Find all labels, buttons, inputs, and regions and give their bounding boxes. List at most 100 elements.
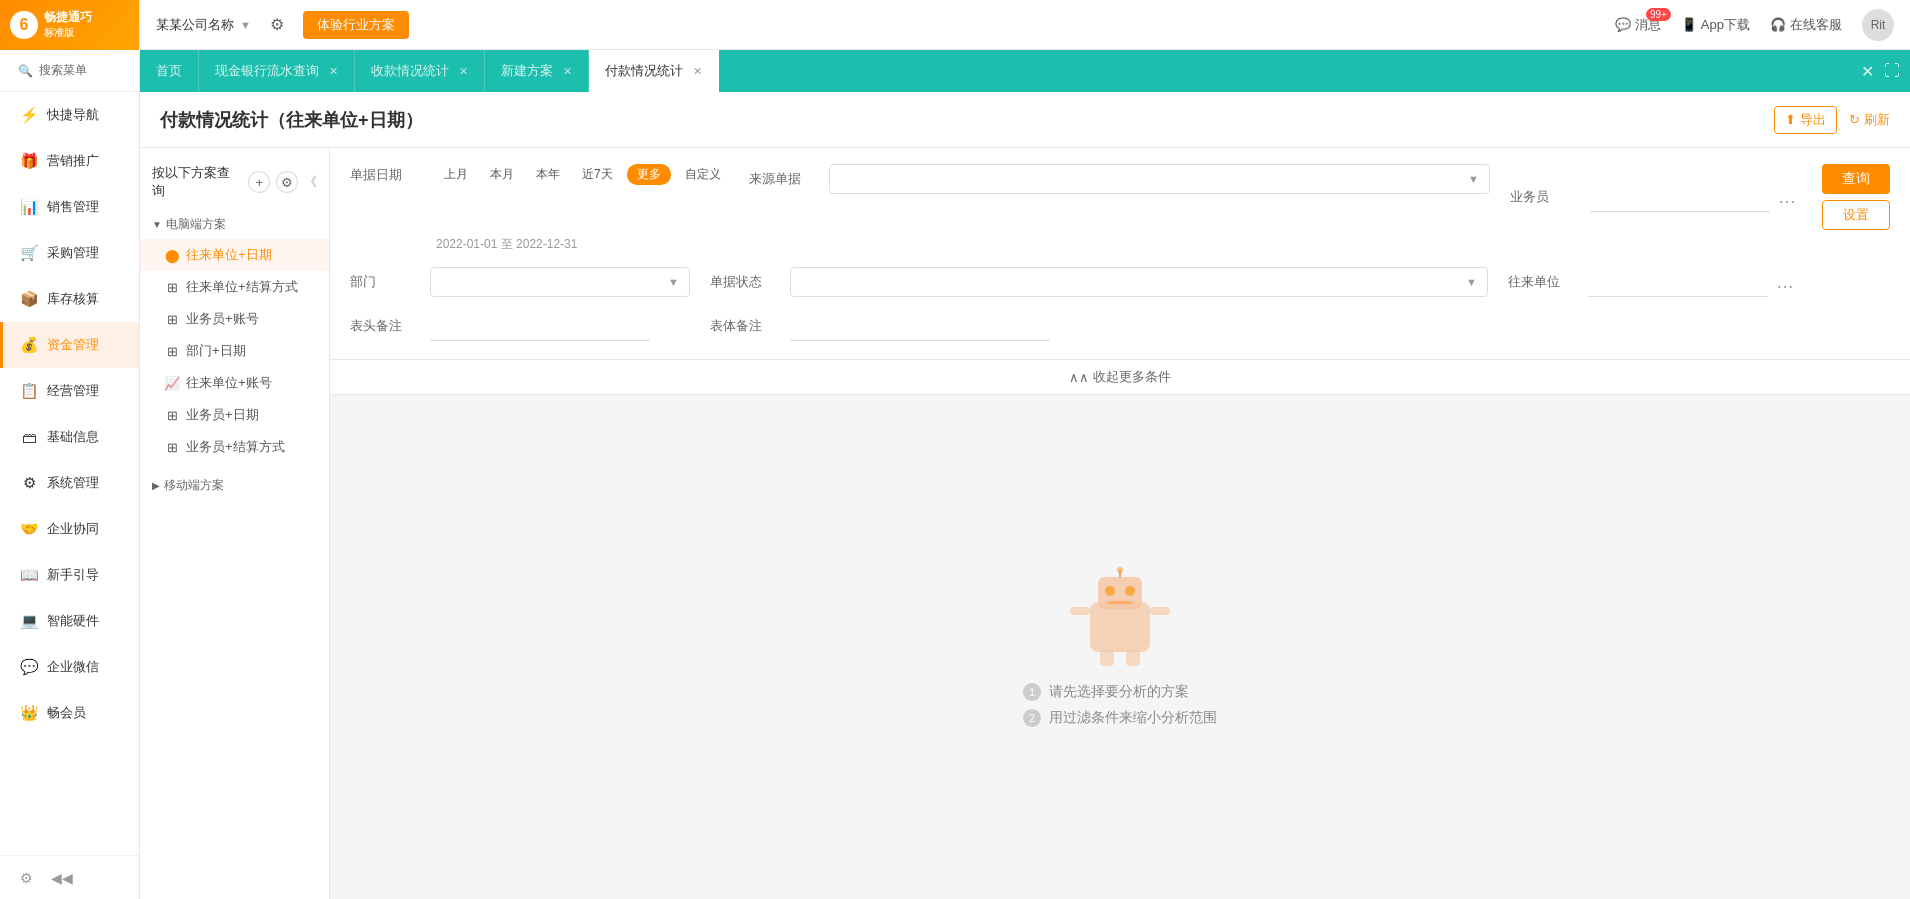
nav-icon-wechat: 💬 <box>19 657 39 677</box>
partner-input[interactable] <box>1588 267 1768 297</box>
collapse-conditions-button[interactable]: ∧∧ 收起更多条件 <box>1069 368 1171 386</box>
sidebar-item-marketing[interactable]: 🎁营销推广 <box>0 138 139 184</box>
topbar: 某某公司名称 ▼ ⚙ 体验行业方案 💬 消息 99+ 📱 App下载 🎧 在线客… <box>140 0 1910 50</box>
scheme-settings-button[interactable]: ⚙ <box>276 171 298 193</box>
date-btn-this-month[interactable]: 本月 <box>482 164 522 185</box>
date-btn-custom[interactable]: 自定义 <box>677 164 729 185</box>
svg-point-2 <box>1105 586 1115 596</box>
hint-num-2: 2 <box>1023 709 1041 727</box>
tab-close-receipts[interactable]: ✕ <box>459 65 468 78</box>
dept-select[interactable]: ▼ <box>430 267 690 297</box>
nav-label-inventory: 库存核算 <box>47 290 99 308</box>
partner-ellipsis[interactable]: … <box>1776 272 1794 293</box>
scheme-group-title-desktop[interactable]: ▼电脑端方案 <box>140 210 329 239</box>
tab-label-payments: 付款情况统计 <box>605 62 683 80</box>
sidebar-item-system[interactable]: ⚙系统管理 <box>0 460 139 506</box>
trial-button[interactable]: 体验行业方案 <box>303 11 409 39</box>
tab-close-new-scheme[interactable]: ✕ <box>563 65 572 78</box>
nav-icon-marketing: 🎁 <box>19 151 39 171</box>
nav-label-purchase: 采购管理 <box>47 244 99 262</box>
refresh-icon: ↻ <box>1849 112 1860 127</box>
group-arrow-desktop: ▼ <box>152 219 162 230</box>
company-name: 某某公司名称 <box>156 16 234 34</box>
tab-payments[interactable]: 付款情况统计 ✕ <box>589 50 719 92</box>
group-arrow-mobile: ▶ <box>152 480 160 491</box>
date-btn-this-year[interactable]: 本年 <box>528 164 568 185</box>
scheme-item-label-staff-settle: 业务员+结算方式 <box>186 438 285 456</box>
staff-ellipsis[interactable]: … <box>1778 187 1796 208</box>
sidebar-item-operation[interactable]: 📋经营管理 <box>0 368 139 414</box>
tab-close-payments[interactable]: ✕ <box>693 65 702 78</box>
set-button[interactable]: 设置 <box>1822 200 1890 230</box>
online-service-link[interactable]: 🎧 在线客服 <box>1770 16 1842 34</box>
body-note-input[interactable] <box>790 311 1050 341</box>
nav-icon-quick-nav: ⚡ <box>19 105 39 125</box>
empty-state: 1 请先选择要分析的方案 2 用过滤条件来缩小分析范围 <box>330 395 1910 899</box>
date-btn-more[interactable]: 更多 <box>627 164 671 185</box>
staff-input[interactable] <box>1590 182 1770 212</box>
messages-link[interactable]: 💬 消息 99+ <box>1615 16 1661 34</box>
scheme-item-partner-date[interactable]: ⬤往来单位+日期 <box>140 239 329 271</box>
tab-label-new-scheme: 新建方案 <box>501 62 553 80</box>
scheme-item-icon-partner-account: 📈 <box>164 375 180 391</box>
refresh-button[interactable]: ↻ 刷新 <box>1849 111 1890 129</box>
scheme-groups: ▼电脑端方案⬤往来单位+日期⊞往来单位+结算方式⊞业务员+账号⊞部门+日期📈往来… <box>140 206 329 504</box>
sidebar-item-wechat[interactable]: 💬企业微信 <box>0 644 139 690</box>
header-note-input[interactable] <box>430 311 650 341</box>
empty-hint-1: 1 请先选择要分析的方案 <box>1023 683 1217 701</box>
sidebar-item-member[interactable]: 👑畅会员 <box>0 690 139 736</box>
company-selector[interactable]: 某某公司名称 ▼ <box>156 16 251 34</box>
topbar-settings-icon[interactable]: ⚙ <box>263 11 291 39</box>
filter-panel: 单据日期 上月本月本年近7天更多自定义 来源单据 ▼ <box>330 148 1910 360</box>
sidebar-settings-icon[interactable]: ⚙ <box>12 864 40 892</box>
page-title: 付款情况统计（往来单位+日期） <box>160 108 1774 132</box>
scheme-item-staff-account[interactable]: ⊞业务员+账号 <box>140 303 329 335</box>
nav-icon-basic: 🗃 <box>19 427 39 447</box>
sidebar-item-quick-nav[interactable]: ⚡ 快捷导航 <box>0 92 139 138</box>
tab-expand-icon[interactable]: ⛶ <box>1884 62 1900 80</box>
sidebar-item-basic[interactable]: 🗃基础信息 <box>0 414 139 460</box>
nav-icon-smart-hw: 💻 <box>19 611 39 631</box>
sidebar-search[interactable]: 🔍 搜索菜单 <box>0 50 139 92</box>
query-button[interactable]: 查询 <box>1822 164 1890 194</box>
tab-label-cash-bank: 现金银行流水查询 <box>215 62 319 80</box>
sidebar-item-finance[interactable]: 💰资金管理 <box>0 322 139 368</box>
nav-label-quick-nav: 快捷导航 <box>47 106 99 124</box>
svg-rect-5 <box>1070 607 1090 615</box>
tab-cash-bank[interactable]: 现金银行流水查询 ✕ <box>199 50 355 92</box>
main-area: 某某公司名称 ▼ ⚙ 体验行业方案 💬 消息 99+ 📱 App下载 🎧 在线客… <box>140 0 1910 899</box>
sidebar-collapse-icon[interactable]: ◀◀ <box>48 864 76 892</box>
tab-receipts[interactable]: 收款情况统计✕ <box>355 50 485 92</box>
svg-point-10 <box>1117 567 1123 573</box>
app-download-link[interactable]: 📱 App下载 <box>1681 16 1750 34</box>
sidebar-item-enterprise[interactable]: 🤝企业协同 <box>0 506 139 552</box>
logo-name: 畅捷通巧 <box>44 10 92 26</box>
tab-new-scheme[interactable]: 新建方案 ✕ <box>485 50 589 92</box>
scheme-item-partner-account[interactable]: 📈往来单位+账号 <box>140 367 329 399</box>
scheme-item-dept-date[interactable]: ⊞部门+日期 <box>140 335 329 367</box>
tab-home[interactable]: 首页 <box>140 50 199 92</box>
scheme-item-staff-date[interactable]: ⊞业务员+日期 <box>140 399 329 431</box>
nav-label-newbie: 新手引导 <box>47 566 99 584</box>
scheme-panel-collapse-button[interactable]: 《 <box>304 173 317 191</box>
tab-close-cash-bank[interactable]: ✕ <box>329 65 338 78</box>
user-avatar[interactable]: Rit <box>1862 9 1894 41</box>
scheme-item-staff-settle[interactable]: ⊞业务员+结算方式 <box>140 431 329 463</box>
scheme-add-button[interactable]: + <box>248 171 270 193</box>
scheme-panel-header: 按以下方案查询 + ⚙ 《 <box>140 158 329 206</box>
sidebar-item-inventory[interactable]: 📦库存核算 <box>0 276 139 322</box>
scheme-item-partner-settle[interactable]: ⊞往来单位+结算方式 <box>140 271 329 303</box>
sidebar-item-smart-hw[interactable]: 💻智能硬件 <box>0 598 139 644</box>
doc-status-select[interactable]: ▼ <box>790 267 1488 297</box>
sidebar-item-sales[interactable]: 📊销售管理 <box>0 184 139 230</box>
nav-label-system: 系统管理 <box>47 474 99 492</box>
sidebar-item-purchase[interactable]: 🛒采购管理 <box>0 230 139 276</box>
sidebar-item-newbie[interactable]: 📖新手引导 <box>0 552 139 598</box>
robot-svg <box>1060 567 1180 667</box>
scheme-group-title-mobile[interactable]: ▶移动端方案 <box>140 471 329 500</box>
date-btn-last-month[interactable]: 上月 <box>436 164 476 185</box>
date-btn-last7[interactable]: 近7天 <box>574 164 621 185</box>
source-select[interactable]: ▼ <box>829 164 1490 194</box>
tab-close-all-icon[interactable]: ✕ <box>1861 62 1874 81</box>
export-button[interactable]: ⬆ 导出 <box>1774 106 1837 134</box>
